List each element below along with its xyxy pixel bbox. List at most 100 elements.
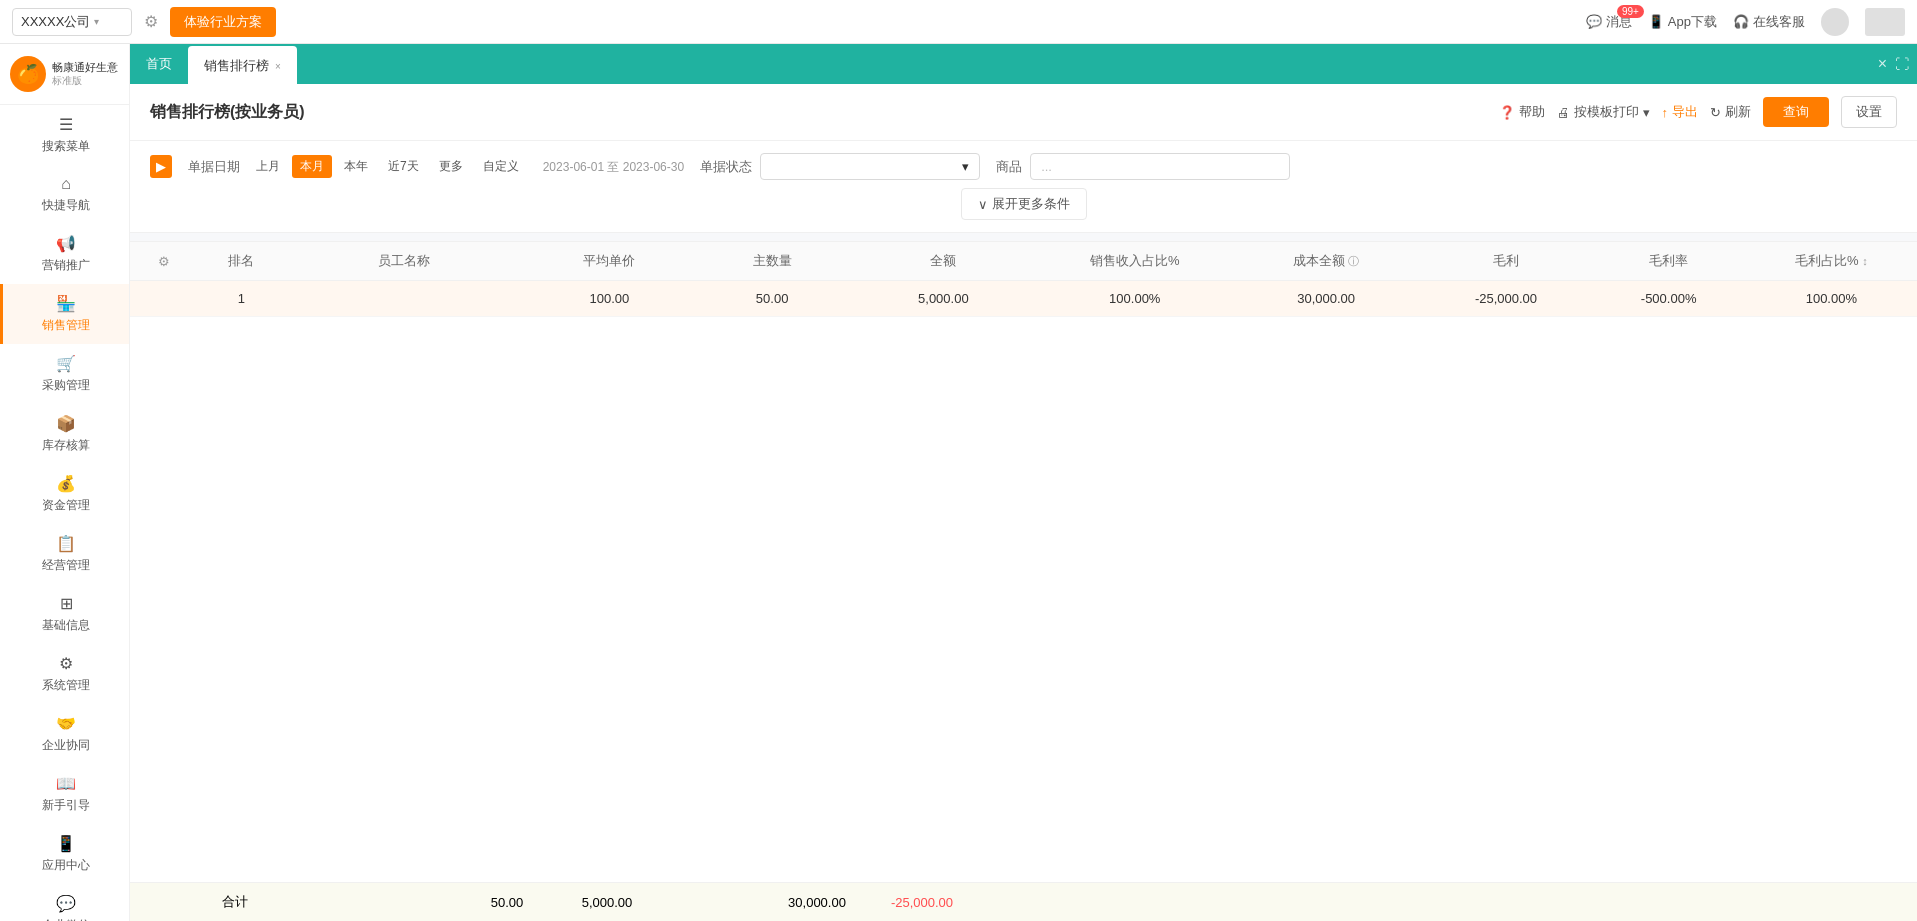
main-layout: 🍊 畅康通好生意 标准版 ☰ 搜索菜单 ⌂ 快捷导航 📢 营销推广 🏪 销售管理…	[0, 44, 1917, 921]
col-header-qty: 主数量	[695, 242, 849, 281]
wechat-icon: 💬	[56, 894, 76, 913]
sidebar-item-quick-nav-label: 快捷导航	[42, 197, 90, 214]
data-table: ⚙ 排名 员工名称 平均单价 主数量 全额 销售收入占比% 成本全额 ⓘ 毛利 …	[130, 241, 1917, 317]
date-tab-more[interactable]: 更多	[431, 155, 471, 178]
sidebar-logo: 🍊 畅康通好生意 标准版	[0, 44, 129, 105]
date-tab-this-month[interactable]: 本月	[292, 155, 332, 178]
col-header-gross-rate: 毛利率	[1592, 242, 1746, 281]
tab-home[interactable]: 首页	[130, 44, 188, 84]
cell-rank: 1	[198, 281, 284, 317]
footer-cost: 30,000.00	[762, 895, 872, 910]
sidebar-item-finance[interactable]: 💰 资金管理	[0, 464, 129, 524]
print-chevron-icon: ▾	[1643, 105, 1650, 120]
table-settings-icon[interactable]: ⚙	[158, 254, 170, 269]
col-header-settings[interactable]: ⚙	[130, 242, 198, 281]
col-header-gross: 毛利	[1420, 242, 1591, 281]
cell-employee	[284, 281, 524, 317]
expand-more-button[interactable]: ∨ 展开更多条件	[961, 188, 1087, 220]
content-area: 首页 销售排行榜 × × ⛶ 销售排行榜(按业务员) ❓ 帮助 🖨	[130, 44, 1917, 921]
filter-toggle-button[interactable]: ▶	[150, 155, 172, 178]
sidebar-item-purchase[interactable]: 🛒 采购管理	[0, 344, 129, 404]
sidebar-item-inventory[interactable]: 📦 库存核算	[0, 404, 129, 464]
col-header-rank: 排名	[198, 242, 284, 281]
guide-icon: 📖	[56, 774, 76, 793]
sidebar-item-marketing[interactable]: 📢 营销推广	[0, 224, 129, 284]
sidebar-item-purchase-label: 采购管理	[42, 377, 90, 394]
cell-cost: 30,000.00	[1232, 281, 1420, 317]
sidebar-item-operation[interactable]: 📋 经营管理	[0, 524, 129, 584]
chevron-down-expand-icon: ∨	[978, 197, 988, 212]
top-bar: XXXXX公司 ▾ ⚙ 体验行业方案 💬 消息 99+ 📱 App下载 🎧 在线…	[0, 0, 1917, 44]
online-service-button[interactable]: 🎧 在线客服	[1733, 13, 1805, 31]
tab-close-icon[interactable]: ×	[275, 61, 281, 72]
message-button[interactable]: 💬 消息 99+	[1586, 13, 1632, 31]
status-select[interactable]: ▾	[760, 153, 980, 180]
sidebar-item-sales[interactable]: 🏪 销售管理	[0, 284, 129, 344]
sidebar-item-inventory-label: 库存核算	[42, 437, 90, 454]
date-tab-prev-month[interactable]: 上月	[248, 155, 288, 178]
page-actions: ❓ 帮助 🖨 按模板打印 ▾ ↑ 导出 ↻ 刷新	[1499, 96, 1898, 128]
table-header-row: ⚙ 排名 员工名称 平均单价 主数量 全额 销售收入占比% 成本全额 ⓘ 毛利 …	[130, 242, 1917, 281]
goods-placeholder: ...	[1041, 159, 1052, 174]
trial-button[interactable]: 体验行业方案	[170, 7, 276, 37]
cell-gross-rate: -500.00%	[1592, 281, 1746, 317]
top-right-area: 💬 消息 99+ 📱 App下载 🎧 在线客服	[1586, 8, 1905, 36]
goods-filter-label: 商品	[996, 158, 1022, 176]
date-tabs: 上月 本月 本年 近7天 更多 自定义	[248, 155, 527, 178]
footer-amount: 5,000.00	[552, 895, 662, 910]
sidebar-item-search[interactable]: ☰ 搜索菜单	[0, 105, 129, 165]
sidebar-item-app-center-label: 应用中心	[42, 857, 90, 874]
export-button[interactable]: ↑ 导出	[1662, 103, 1699, 121]
avatar[interactable]	[1821, 8, 1849, 36]
sidebar-item-guide-label: 新手引导	[42, 797, 90, 814]
system-icon: ⚙	[59, 654, 73, 673]
app-download-button[interactable]: 📱 App下载	[1648, 13, 1717, 31]
cell-gross-pct: 100.00%	[1746, 281, 1917, 317]
cell-gross: -25,000.00	[1420, 281, 1591, 317]
sidebar-item-basic-info-label: 基础信息	[42, 617, 90, 634]
settings-button[interactable]: 设置	[1841, 96, 1897, 128]
refresh-button[interactable]: ↻ 刷新	[1710, 103, 1751, 121]
gross-pct-info-icon[interactable]: ↕	[1862, 255, 1868, 267]
footer-total-label: 合计	[222, 893, 362, 911]
basic-info-icon: ⊞	[60, 594, 73, 613]
tab-sales-ranking[interactable]: 销售排行榜 ×	[188, 46, 297, 86]
table-area: ⚙ 排名 员工名称 平均单价 主数量 全额 销售收入占比% 成本全额 ⓘ 毛利 …	[130, 241, 1917, 882]
expand-more-label: 展开更多条件	[992, 195, 1070, 213]
sidebar-item-wechat[interactable]: 💬 企业微信	[0, 884, 129, 921]
goods-input[interactable]: ...	[1030, 153, 1290, 180]
date-filter: 单据日期 上月 本月 本年 近7天 更多 自定义	[188, 155, 527, 178]
purchase-icon: 🛒	[56, 354, 76, 373]
tab-close-all-button[interactable]: ×	[1878, 55, 1887, 73]
help-icon: ❓	[1499, 105, 1515, 120]
sidebar-item-finance-label: 资金管理	[42, 497, 90, 514]
cell-settings	[130, 281, 198, 317]
company-selector[interactable]: XXXXX公司 ▾	[12, 8, 132, 36]
online-service-label: 在线客服	[1753, 13, 1805, 31]
date-tab-this-year[interactable]: 本年	[336, 155, 376, 178]
template-print-label: 按模板打印	[1574, 103, 1639, 121]
sidebar-item-guide[interactable]: 📖 新手引导	[0, 764, 129, 824]
date-range-display: 2023-06-01 至 2023-06-30	[543, 157, 684, 176]
export-icon: ↑	[1662, 105, 1669, 120]
template-print-button[interactable]: 🖨 按模板打印 ▾	[1557, 103, 1650, 121]
sidebar-item-system[interactable]: ⚙ 系统管理	[0, 644, 129, 704]
table-body: 1 100.00 50.00 5,000.00 100.00% 30,000.0…	[130, 281, 1917, 317]
operation-icon: 📋	[56, 534, 76, 553]
print-icon: 🖨	[1557, 105, 1570, 120]
sidebar-item-enterprise[interactable]: 🤝 企业协同	[0, 704, 129, 764]
home-icon: ⌂	[61, 175, 71, 193]
goods-filter: 商品 ...	[996, 153, 1290, 180]
sidebar-item-operation-label: 经营管理	[42, 557, 90, 574]
gear-icon[interactable]: ⚙	[140, 8, 162, 35]
logo-icon: 🍊	[10, 56, 46, 92]
help-button[interactable]: ❓ 帮助	[1499, 103, 1545, 121]
sidebar-item-basic-info[interactable]: ⊞ 基础信息	[0, 584, 129, 644]
sidebar-item-quick-nav[interactable]: ⌂ 快捷导航	[0, 165, 129, 224]
cost-info-icon[interactable]: ⓘ	[1348, 255, 1359, 267]
tab-maximize-icon[interactable]: ⛶	[1895, 56, 1909, 72]
sidebar-item-app-center[interactable]: 📱 应用中心	[0, 824, 129, 884]
query-button[interactable]: 查询	[1763, 97, 1829, 127]
date-tab-7days[interactable]: 近7天	[380, 155, 427, 178]
date-tab-custom[interactable]: 自定义	[475, 155, 527, 178]
